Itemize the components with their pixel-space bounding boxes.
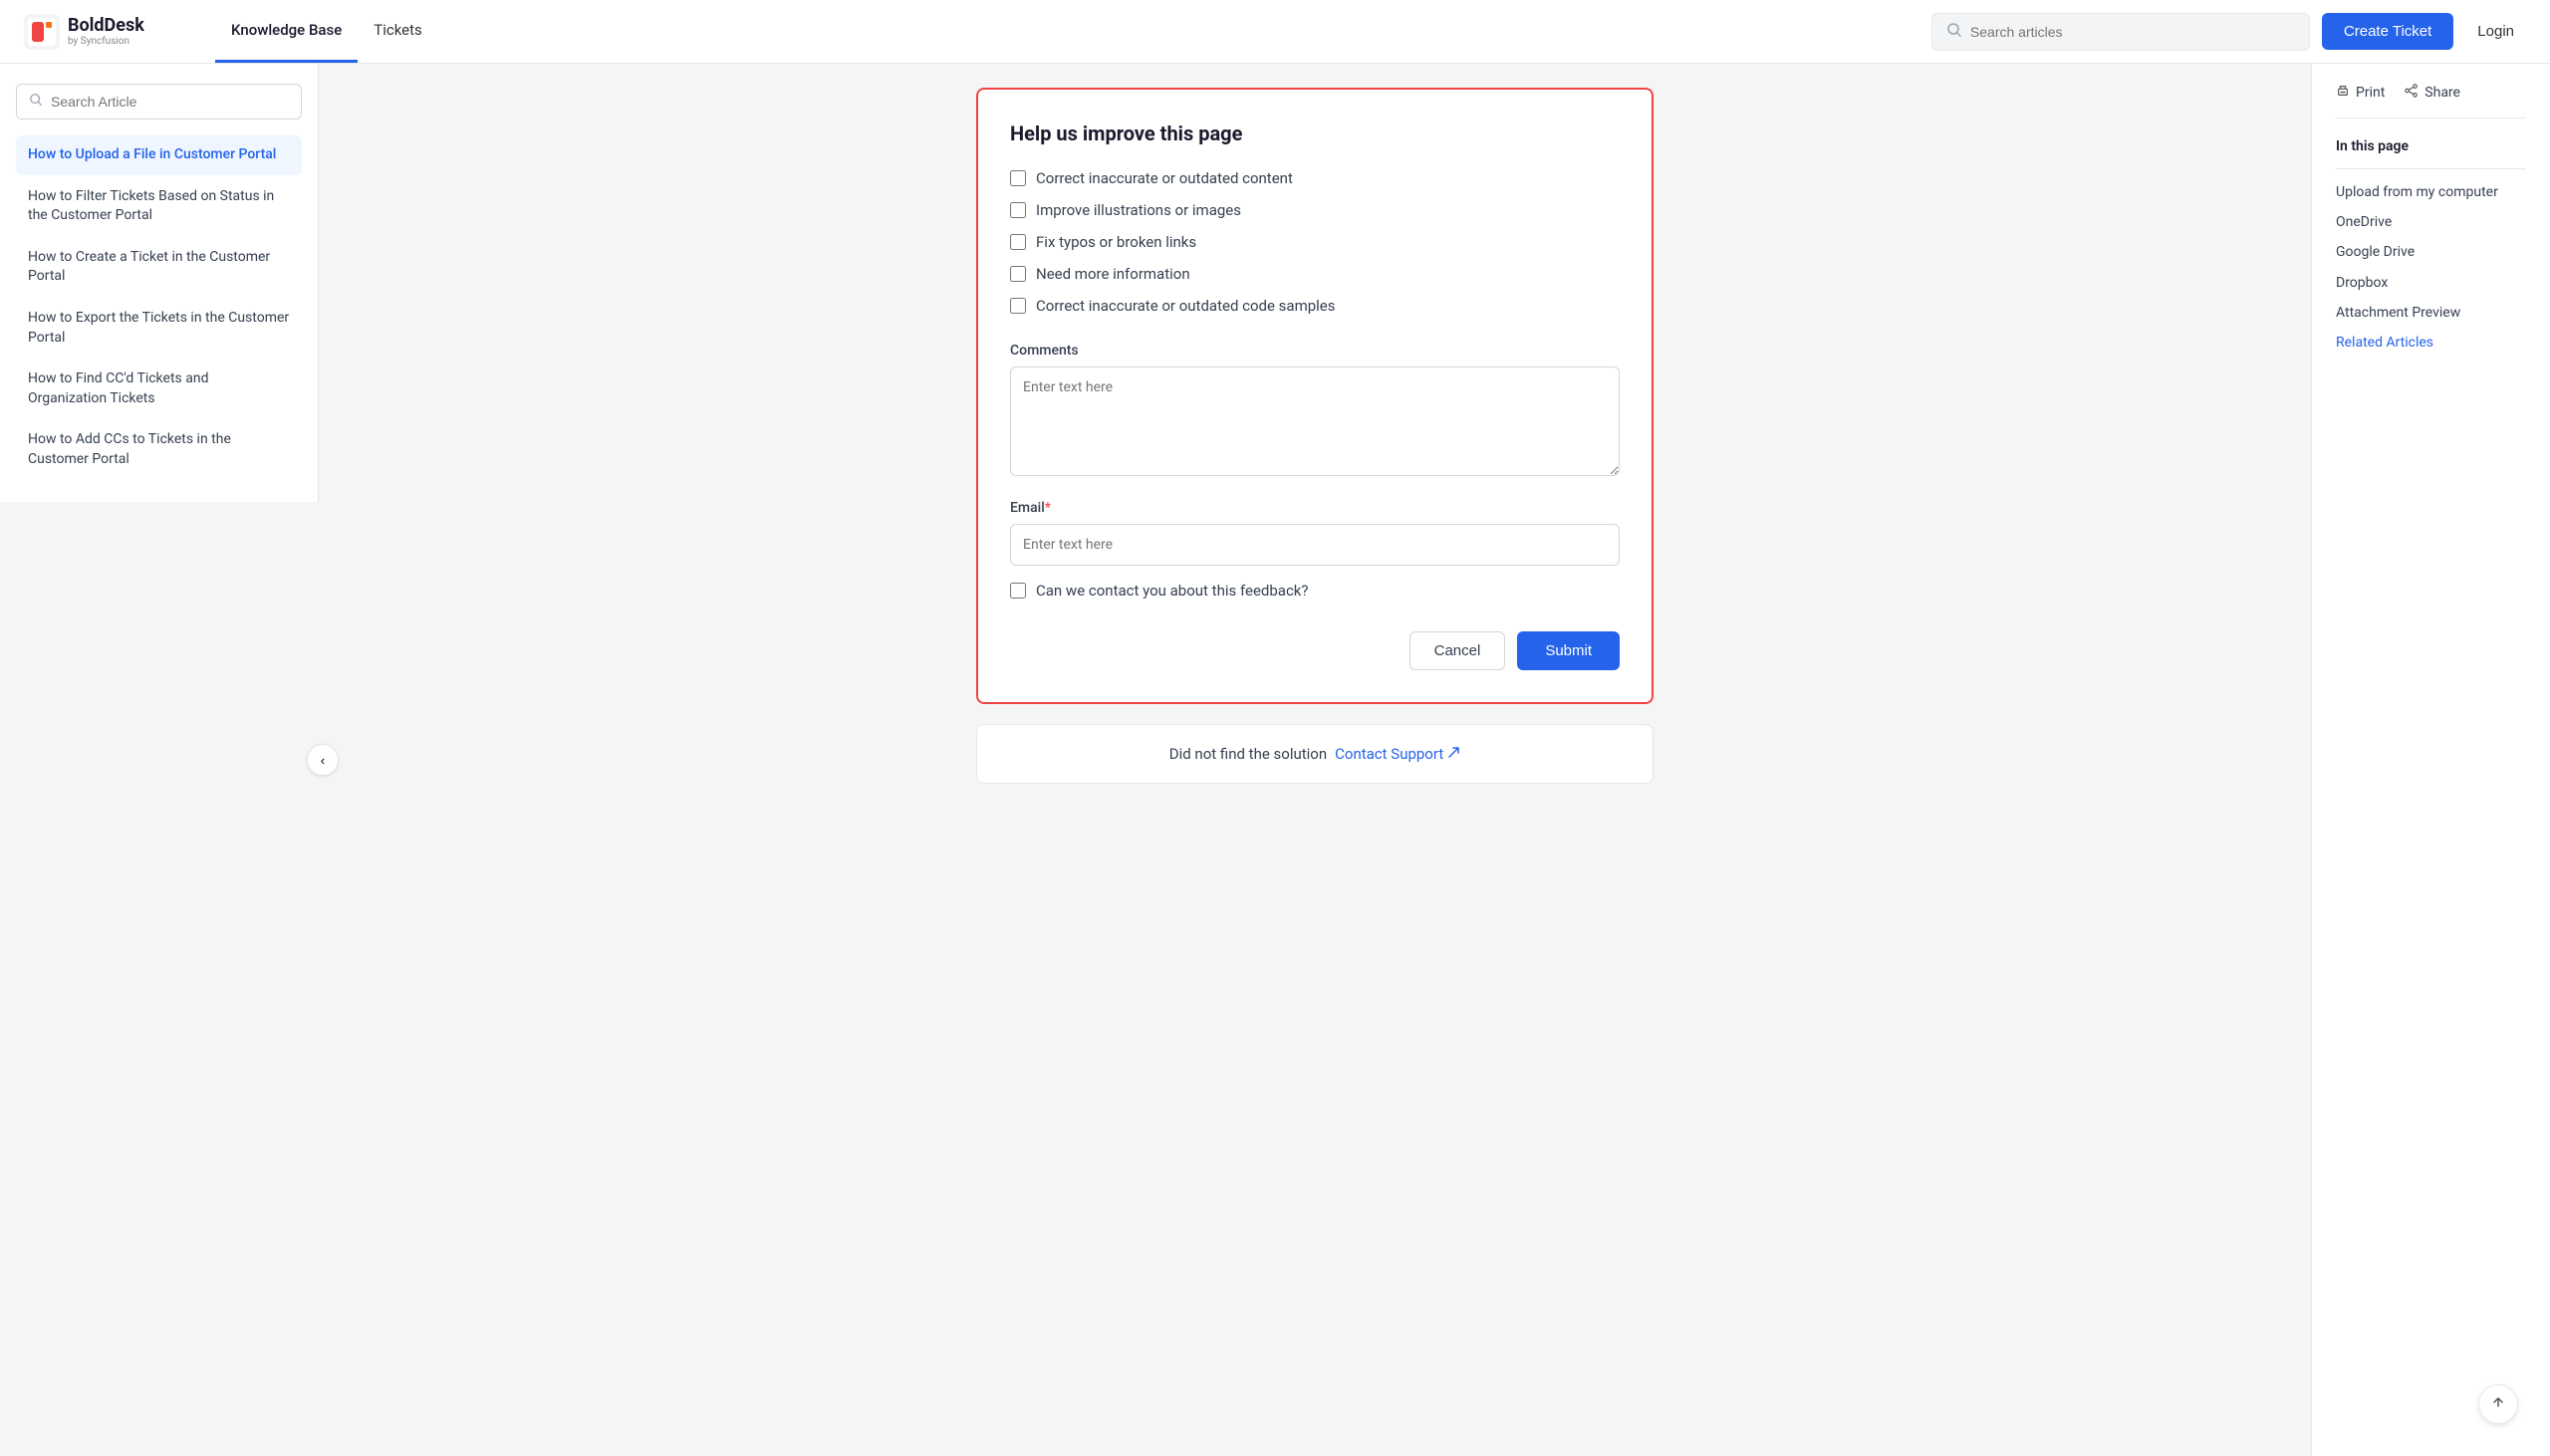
content-area: Help us improve this page Correct inaccu… — [319, 64, 2311, 1456]
login-button[interactable]: Login — [2465, 15, 2526, 48]
comments-label: Comments — [1010, 343, 1620, 359]
print-label: Print — [2356, 85, 2385, 101]
comments-section: Comments — [1010, 343, 1620, 500]
contact-support-label: Contact Support — [1335, 745, 1443, 763]
right-panel-actions: Print Share — [2336, 84, 2526, 119]
submit-button[interactable]: Submit — [1517, 631, 1620, 670]
bolddesk-logo-icon — [24, 14, 60, 50]
checkbox-label-illustrations: Improve illustrations or images — [1036, 201, 1241, 219]
share-link[interactable]: Share — [2405, 84, 2460, 102]
header-right: Create Ticket Login — [1931, 13, 2526, 51]
sidebar-search-icon — [29, 93, 43, 111]
toc-item-related-articles[interactable]: Related Articles — [2336, 328, 2526, 358]
email-section: Email* — [1010, 500, 1620, 582]
search-articles-input[interactable] — [1970, 24, 2295, 40]
header: BoldDesk by Syncfusion Knowledge Base Ti… — [0, 0, 2550, 64]
sidebar-item-export-tickets[interactable]: How to Export the Tickets in the Custome… — [16, 299, 302, 358]
checkbox-more-info[interactable] — [1010, 266, 1026, 282]
cancel-button[interactable]: Cancel — [1409, 631, 1506, 670]
solution-bar-text: Did not find the solution — [1169, 745, 1327, 763]
toc-divider — [2336, 168, 2526, 169]
create-ticket-button[interactable]: Create Ticket — [2322, 13, 2453, 50]
toc-list: Upload from my computer OneDrive Google … — [2336, 177, 2526, 358]
email-label: Email* — [1010, 500, 1620, 516]
sidebar-item-upload-file[interactable]: How to Upload a File in Customer Portal — [16, 135, 302, 175]
checkbox-item-inaccurate-content[interactable]: Correct inaccurate or outdated content — [1010, 169, 1620, 187]
search-icon — [1946, 22, 1962, 42]
feedback-form: Help us improve this page Correct inaccu… — [976, 88, 1654, 704]
checkbox-label-code-samples: Correct inaccurate or outdated code samp… — [1036, 297, 1335, 315]
arrow-up-icon — [2490, 1394, 2506, 1415]
email-required-star: * — [1045, 500, 1051, 516]
contact-checkbox[interactable] — [1010, 583, 1026, 599]
sidebar: How to Upload a File in Customer Portal … — [0, 64, 319, 502]
sidebar-item-find-ccd-tickets[interactable]: How to Find CC'd Tickets and Organizatio… — [16, 360, 302, 418]
feedback-checkboxes: Correct inaccurate or outdated content I… — [1010, 169, 1620, 315]
logo-sub-name: by Syncfusion — [68, 36, 144, 47]
checkbox-inaccurate-content[interactable] — [1010, 170, 1026, 186]
checkbox-item-illustrations[interactable]: Improve illustrations or images — [1010, 201, 1620, 219]
toc-item-onedrive[interactable]: OneDrive — [2336, 207, 2526, 237]
checkbox-label-typos: Fix typos or broken links — [1036, 233, 1196, 251]
checkbox-code-samples[interactable] — [1010, 298, 1026, 314]
right-panel: Print Share In this page Upload from my … — [2311, 64, 2550, 1456]
main-nav: Knowledge Base Tickets — [215, 0, 438, 63]
print-icon — [2336, 84, 2350, 102]
contact-support-link[interactable]: Contact Support — [1335, 745, 1460, 763]
checkbox-illustrations[interactable] — [1010, 202, 1026, 218]
email-input[interactable] — [1010, 524, 1620, 566]
feedback-form-title: Help us improve this page — [1010, 121, 1620, 145]
sidebar-search-input[interactable] — [51, 94, 289, 110]
nav-tickets[interactable]: Tickets — [358, 0, 438, 63]
share-label: Share — [2424, 85, 2460, 101]
sidebar-item-add-ccs[interactable]: How to Add CCs to Tickets in the Custome… — [16, 420, 302, 479]
sidebar-item-create-ticket[interactable]: How to Create a Ticket in the Customer P… — [16, 238, 302, 297]
logo-text: BoldDesk by Syncfusion — [68, 16, 144, 47]
sidebar-collapse-button[interactable]: ‹ — [307, 744, 339, 776]
sidebar-item-filter-tickets[interactable]: How to Filter Tickets Based on Status in… — [16, 177, 302, 236]
search-bar — [1931, 13, 2310, 51]
nav-knowledge-base[interactable]: Knowledge Base — [215, 0, 358, 63]
main-layout: How to Upload a File in Customer Portal … — [0, 64, 2550, 1456]
checkbox-label-more-info: Need more information — [1036, 265, 1190, 283]
print-link[interactable]: Print — [2336, 84, 2385, 102]
sidebar-wrapper: How to Upload a File in Customer Portal … — [0, 64, 319, 1456]
checkbox-item-more-info[interactable]: Need more information — [1010, 265, 1620, 283]
contact-checkbox-label: Can we contact you about this feedback? — [1036, 582, 1309, 600]
comments-textarea[interactable] — [1010, 366, 1620, 476]
checkbox-item-typos[interactable]: Fix typos or broken links — [1010, 233, 1620, 251]
in-this-page-title: In this page — [2336, 138, 2526, 154]
checkbox-item-code-samples[interactable]: Correct inaccurate or outdated code samp… — [1010, 297, 1620, 315]
logo-brand-name: BoldDesk — [68, 16, 144, 36]
sidebar-search-box — [16, 84, 302, 120]
checkbox-typos[interactable] — [1010, 234, 1026, 250]
logo-area: BoldDesk by Syncfusion — [24, 14, 183, 50]
chevron-left-icon: ‹ — [321, 753, 325, 768]
toc-item-attachment-preview[interactable]: Attachment Preview — [2336, 298, 2526, 328]
external-link-icon — [1447, 745, 1460, 763]
toc-item-dropbox[interactable]: Dropbox — [2336, 268, 2526, 298]
sidebar-nav-list: How to Upload a File in Customer Portal … — [16, 135, 302, 480]
solution-bar: Did not find the solution Contact Suppor… — [976, 724, 1654, 784]
checkbox-label-inaccurate-content: Correct inaccurate or outdated content — [1036, 169, 1293, 187]
share-icon — [2405, 84, 2419, 102]
toc-item-google-drive[interactable]: Google Drive — [2336, 237, 2526, 267]
form-actions: Cancel Submit — [1010, 631, 1620, 670]
toc-item-upload-computer[interactable]: Upload from my computer — [2336, 177, 2526, 207]
contact-checkbox-item[interactable]: Can we contact you about this feedback? — [1010, 582, 1620, 600]
scroll-top-button[interactable] — [2478, 1384, 2518, 1424]
